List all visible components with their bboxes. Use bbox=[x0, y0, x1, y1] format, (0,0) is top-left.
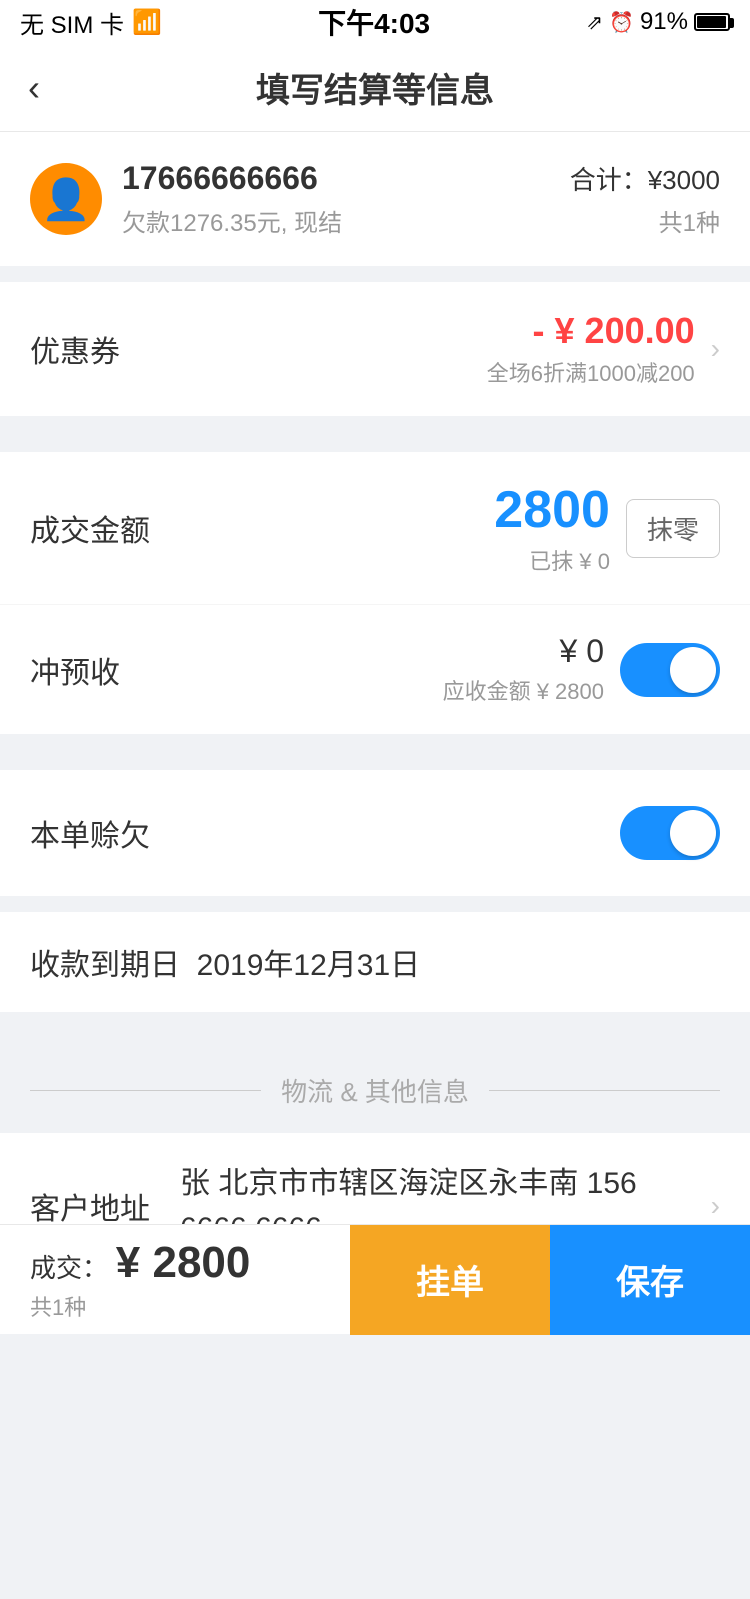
pending-button[interactable]: 挂单 bbox=[350, 1225, 550, 1335]
deal-section: 成交金额 2800 已抹 ¥ 0 抹零 冲预收 ¥ 0 应收金额 ¥ 2800 bbox=[0, 452, 750, 734]
logistics-line-left bbox=[30, 1090, 261, 1091]
duedate-section: 收款到期日 2019年12月31日 bbox=[0, 912, 750, 1012]
customer-debt: 欠款1276.35元, 现结 bbox=[122, 203, 342, 238]
divider-1 bbox=[0, 432, 750, 452]
bottom-count: 共1种 bbox=[30, 1290, 320, 1322]
logistics-divider: 物流 & 其他信息 bbox=[0, 1048, 750, 1133]
duedate-row: 收款到期日 2019年12月31日 bbox=[0, 912, 750, 1012]
duedate-value: 2019年12月31日 bbox=[197, 949, 420, 982]
location-icon: ⇗ bbox=[586, 10, 603, 35]
customer-right: 合计：¥3000 共1种 bbox=[570, 160, 720, 238]
status-time: 下午4:03 bbox=[318, 2, 430, 42]
status-bar: 无 SIM 卡 📶 下午4:03 ⇗ ⏰ 91% bbox=[0, 0, 750, 44]
bottom-summary: 成交： ¥ 2800 共1种 bbox=[0, 1238, 350, 1322]
total-label: 合计：¥3000 bbox=[570, 160, 720, 197]
coupon-desc: 全场6折满1000减200 bbox=[487, 356, 695, 388]
address-label: 客户地址 bbox=[30, 1184, 150, 1228]
bottom-deal-label: 成交： bbox=[30, 1253, 108, 1283]
prepay-toggle[interactable] bbox=[620, 643, 720, 697]
deal-amount-value: 2800 bbox=[494, 480, 610, 540]
prepay-sub: 应收金额 ¥ 2800 bbox=[443, 674, 604, 706]
roundoff-button[interactable]: 抹零 bbox=[626, 499, 720, 558]
wifi-icon: 📶 bbox=[132, 8, 162, 37]
chevron-right-icon: › bbox=[711, 333, 720, 365]
content-area: 👤 17666666666 欠款1276.35元, 现结 合计：¥3000 共1… bbox=[0, 132, 750, 1599]
divider-2 bbox=[0, 750, 750, 770]
battery-percent: 91% bbox=[640, 8, 688, 36]
logistics-line-right bbox=[489, 1090, 720, 1091]
status-left: 无 SIM 卡 📶 bbox=[20, 5, 162, 40]
save-button[interactable]: 保存 bbox=[550, 1225, 750, 1335]
debt-section: 本单赊欠 bbox=[0, 770, 750, 896]
divider-3 bbox=[0, 1028, 750, 1048]
coupon-amount: - ¥ 200.00 bbox=[487, 310, 695, 352]
bottom-deal-amount: ¥ 2800 bbox=[116, 1238, 251, 1287]
coupon-right: - ¥ 200.00 全场6折满1000减200 › bbox=[487, 310, 720, 388]
deal-right: 2800 已抹 ¥ 0 抹零 bbox=[494, 480, 720, 576]
carrier-text: 无 SIM 卡 bbox=[20, 5, 124, 40]
status-right: ⇗ ⏰ 91% bbox=[586, 8, 730, 36]
bottom-deal-line: 成交： ¥ 2800 bbox=[30, 1238, 320, 1288]
customer-info: 17666666666 欠款1276.35元, 现结 bbox=[122, 160, 342, 238]
avatar: 👤 bbox=[30, 163, 102, 235]
prepay-label: 冲预收 bbox=[30, 648, 120, 692]
back-button[interactable]: ‹ bbox=[28, 67, 40, 109]
debt-label: 本单赊欠 bbox=[30, 811, 150, 855]
avatar-icon: 👤 bbox=[41, 176, 91, 223]
battery-icon bbox=[694, 13, 730, 31]
coupon-row[interactable]: 优惠券 - ¥ 200.00 全场6折满1000减200 › bbox=[0, 282, 750, 416]
alarm-icon: ⏰ bbox=[609, 10, 634, 35]
coupon-label: 优惠券 bbox=[30, 327, 120, 371]
address-chevron-icon: › bbox=[711, 1190, 720, 1222]
bottom-bar: 成交： ¥ 2800 共1种 挂单 保存 bbox=[0, 1224, 750, 1334]
logistics-label: 物流 & 其他信息 bbox=[261, 1072, 489, 1109]
customer-phone: 17666666666 bbox=[122, 160, 342, 197]
debt-row: 本单赊欠 bbox=[0, 770, 750, 896]
prepay-right: ¥ 0 应收金额 ¥ 2800 bbox=[443, 633, 720, 706]
total-count: 共1种 bbox=[570, 203, 720, 238]
prepay-row: 冲预收 ¥ 0 应收金额 ¥ 2800 bbox=[0, 605, 750, 734]
deal-label: 成交金额 bbox=[30, 506, 150, 550]
deal-already: 已抹 ¥ 0 bbox=[494, 544, 610, 576]
deal-row: 成交金额 2800 已抹 ¥ 0 抹零 bbox=[0, 452, 750, 605]
duedate-text: 收款到期日 2019年12月31日 bbox=[30, 949, 420, 982]
duedate-label: 收款到期日 bbox=[30, 949, 180, 982]
prepay-value: ¥ 0 bbox=[443, 633, 604, 670]
page-title: 填写结算等信息 bbox=[256, 63, 494, 112]
debt-toggle[interactable] bbox=[620, 806, 720, 860]
customer-left: 👤 17666666666 欠款1276.35元, 现结 bbox=[30, 160, 342, 238]
customer-card: 👤 17666666666 欠款1276.35元, 现结 合计：¥3000 共1… bbox=[0, 132, 750, 266]
nav-bar: ‹ 填写结算等信息 bbox=[0, 44, 750, 132]
